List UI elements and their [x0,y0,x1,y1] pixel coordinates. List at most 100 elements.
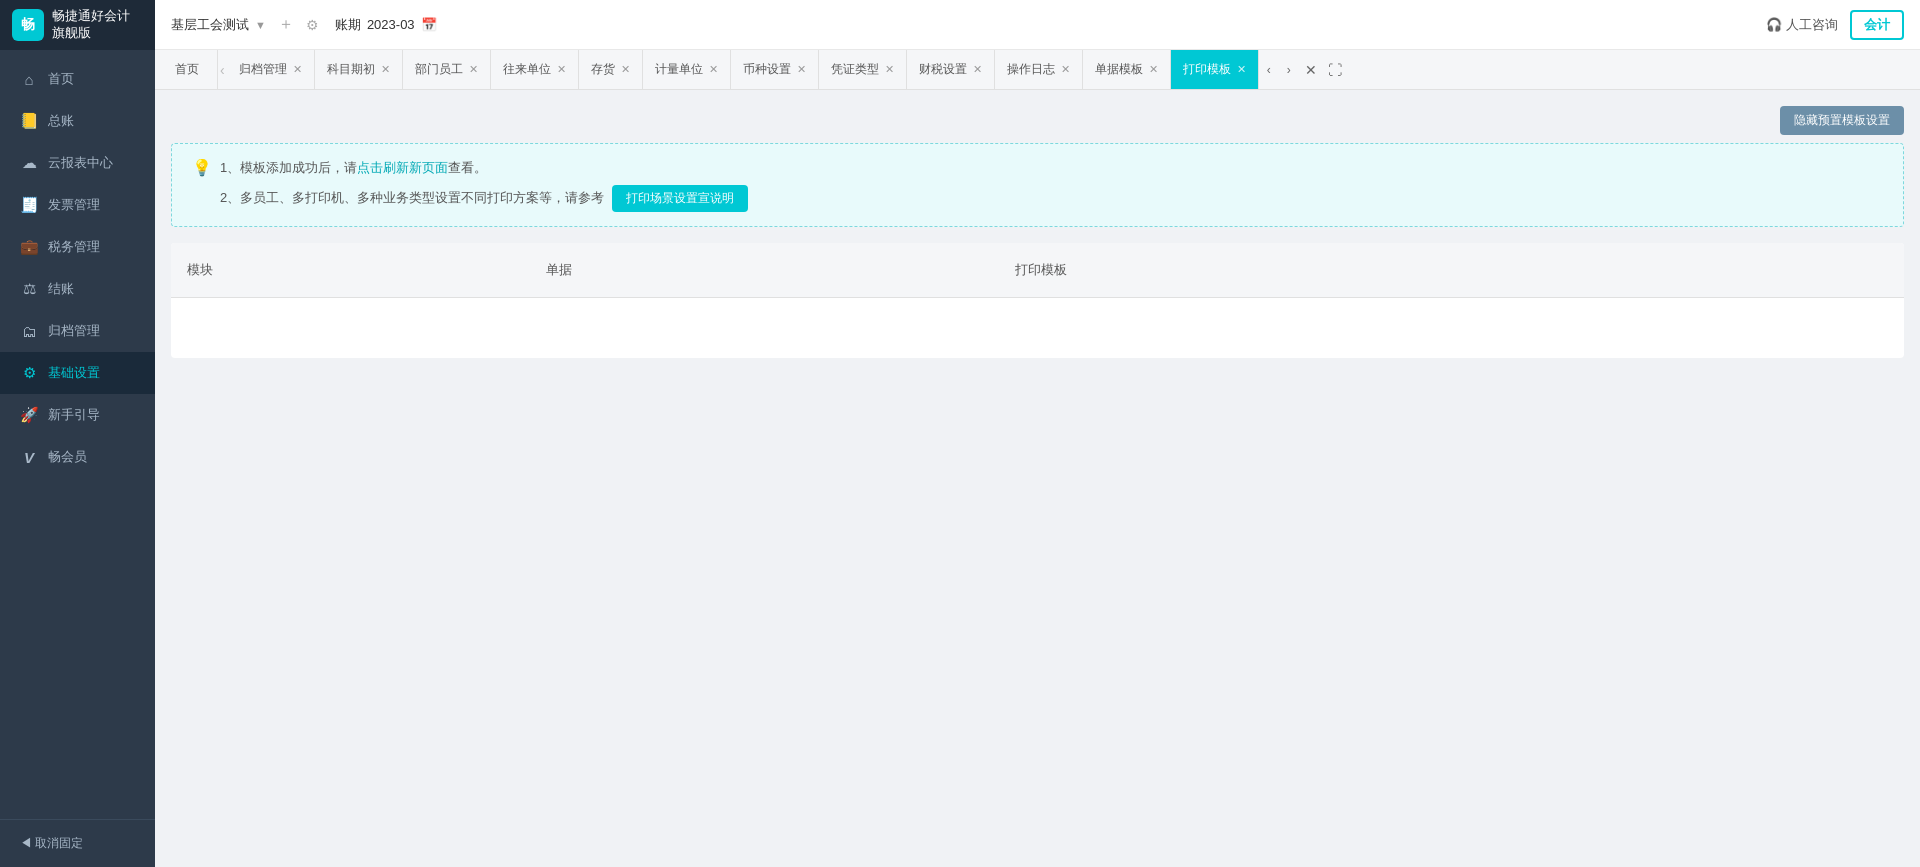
tab-subjects-close[interactable]: ✕ [381,63,390,76]
help-label: 人工咨询 [1786,16,1838,34]
logo-icon: 畅 [12,9,44,41]
sidebar-item-label: 基础设置 [48,364,100,382]
tab-measure[interactable]: 计量单位 ✕ [643,50,731,90]
period-display: 账期 2023-03 📅 [335,16,437,34]
tab-vendor[interactable]: 往来单位 ✕ [491,50,579,90]
sidebar-item-label: 结账 [48,280,74,298]
sidebar-item-label: 首页 [48,70,74,88]
cloud-icon: ☁ [20,154,38,172]
action-bar: 隐藏预置模板设置 [171,106,1904,135]
notice-row-2: 💡 2、多员工、多打印机、多种业务类型设置不同打印方案等，请参考 打印场景设置宣… [192,185,1883,212]
col-doc: 单据 [530,253,999,287]
sidebar-item-home[interactable]: ⌂ 首页 [0,58,155,100]
sidebar-item-member[interactable]: V 畅会员 [0,436,155,478]
unpin-button[interactable]: ◀ 取消固定 [0,819,155,867]
tab-home[interactable]: 首页 [163,50,218,90]
home-icon: ⌂ [20,71,38,88]
tab-oplog[interactable]: 操作日志 ✕ [995,50,1083,90]
sidebar-item-label: 税务管理 [48,238,100,256]
sidebar-item-ledger[interactable]: 📒 总账 [0,100,155,142]
sidebar-item-label: 发票管理 [48,196,100,214]
add-company-button[interactable]: ＋ [278,14,294,35]
table-body [171,298,1904,358]
tab-single-close[interactable]: ✕ [1149,63,1158,76]
table-header: 模块 单据 打印模板 [171,243,1904,298]
tab-label: 财税设置 [919,61,967,78]
tab-voucher-close[interactable]: ✕ [885,63,894,76]
col-module: 模块 [171,253,530,287]
tab-label: 单据模板 [1095,61,1143,78]
tab-inventory[interactable]: 存货 ✕ [579,50,643,90]
tab-dept[interactable]: 部门员工 ✕ [403,50,491,90]
tab-currency-close[interactable]: ✕ [797,63,806,76]
logo-name: 畅捷通好会计 [52,8,130,25]
sidebar-item-checkout[interactable]: ⚖ 结账 [0,268,155,310]
tab-next-button[interactable]: › [1279,50,1299,90]
sidebar-item-settings[interactable]: ⚙ 基础设置 [0,352,155,394]
company-selector[interactable]: 基层工会测试 ▼ [171,16,266,34]
tab-label: 首页 [175,61,199,78]
tab-tax2-close[interactable]: ✕ [973,63,982,76]
tab-label: 计量单位 [655,61,703,78]
tax-icon: 💼 [20,238,38,256]
tab-voucher[interactable]: 凭证类型 ✕ [819,50,907,90]
sidebar-item-archive[interactable]: 🗂 归档管理 [0,310,155,352]
notice-row-1: 💡 1、模板添加成功后，请点击刷新新页面查看。 [192,158,1883,177]
company-dropdown-icon: ▼ [255,19,266,31]
tab-label: 操作日志 [1007,61,1055,78]
tab-vendor-close[interactable]: ✕ [557,63,566,76]
print-scene-button[interactable]: 打印场景设置宣说明 [612,185,748,212]
sidebar-item-invoice[interactable]: 🧾 发票管理 [0,184,155,226]
tab-subjects[interactable]: 科目期初 ✕ [315,50,403,90]
tab-dept-close[interactable]: ✕ [469,63,478,76]
company-name: 基层工会测试 [171,16,249,34]
tab-tax2[interactable]: 财税设置 ✕ [907,50,995,90]
tab-oplog-close[interactable]: ✕ [1061,63,1070,76]
tab-close-all-button[interactable]: ✕ [1299,58,1323,82]
help-button[interactable]: 🎧 人工咨询 [1766,16,1838,34]
period-label: 账期 [335,16,361,34]
notice-text-2: 2、多员工、多打印机、多种业务类型设置不同打印方案等，请参考 打印场景设置宣说明 [220,185,748,212]
sidebar-item-label: 云报表中心 [48,154,113,172]
tab-currency[interactable]: 币种设置 ✕ [731,50,819,90]
calendar-icon[interactable]: 📅 [421,17,437,32]
sidebar-item-label: 归档管理 [48,322,100,340]
tab-expand-button[interactable]: ⛶ [1323,58,1347,82]
account-button[interactable]: 会计 [1850,10,1904,40]
sidebar-item-tax[interactable]: 💼 税务管理 [0,226,155,268]
tab-label: 科目期初 [327,61,375,78]
tab-bar: 首页 ‹ 归档管理 ✕ 科目期初 ✕ 部门员工 ✕ 往来单位 ✕ 存货 ✕ 计量… [155,50,1920,90]
sidebar: 畅 畅捷通好会计 旗舰版 ⌂ 首页 📒 总账 ☁ 云报表中心 🧾 发票管理 💼 … [0,0,155,867]
sidebar-item-label: 畅会员 [48,448,87,466]
period-value: 2023-03 [367,17,415,32]
tab-measure-close[interactable]: ✕ [709,63,718,76]
tab-prev-button[interactable]: ‹ [1259,50,1279,90]
tab-label: 往来单位 [503,61,551,78]
tab-archive-close[interactable]: ✕ [293,63,302,76]
unpin-label: ◀ 取消固定 [20,835,83,852]
tab-separator: ‹ [218,62,227,78]
sidebar-item-reports[interactable]: ☁ 云报表中心 [0,142,155,184]
settings-icon: ⚙ [20,364,38,382]
logo-text: 畅捷通好会计 旗舰版 [52,8,130,42]
ledger-icon: 📒 [20,112,38,130]
content-area: 隐藏预置模板设置 💡 1、模板添加成功后，请点击刷新新页面查看。 💡 2、多员工… [155,90,1920,867]
tab-label: 币种设置 [743,61,791,78]
archive-icon: 🗂 [20,323,38,340]
hide-preview-button[interactable]: 隐藏预置模板设置 [1780,106,1904,135]
company-settings-icon[interactable]: ⚙ [306,17,319,33]
notice-refresh-link[interactable]: 点击刷新新页面 [357,160,448,175]
guide-icon: 🚀 [20,406,38,424]
headset-icon: 🎧 [1766,17,1782,32]
tab-print[interactable]: 打印模板 ✕ [1171,50,1259,90]
sidebar-item-label: 总账 [48,112,74,130]
tab-print-close[interactable]: ✕ [1237,63,1246,76]
notice-line2-pre: 2、多员工、多打印机、多种业务类型设置不同打印方案等，请参考 [220,190,604,205]
bulb-icon: 💡 [192,158,212,177]
tab-label: 存货 [591,61,615,78]
tab-single[interactable]: 单据模板 ✕ [1083,50,1171,90]
tab-inventory-close[interactable]: ✕ [621,63,630,76]
tab-label: 打印模板 [1183,61,1231,78]
sidebar-item-guide[interactable]: 🚀 新手引导 [0,394,155,436]
tab-archive[interactable]: 归档管理 ✕ [227,50,315,90]
